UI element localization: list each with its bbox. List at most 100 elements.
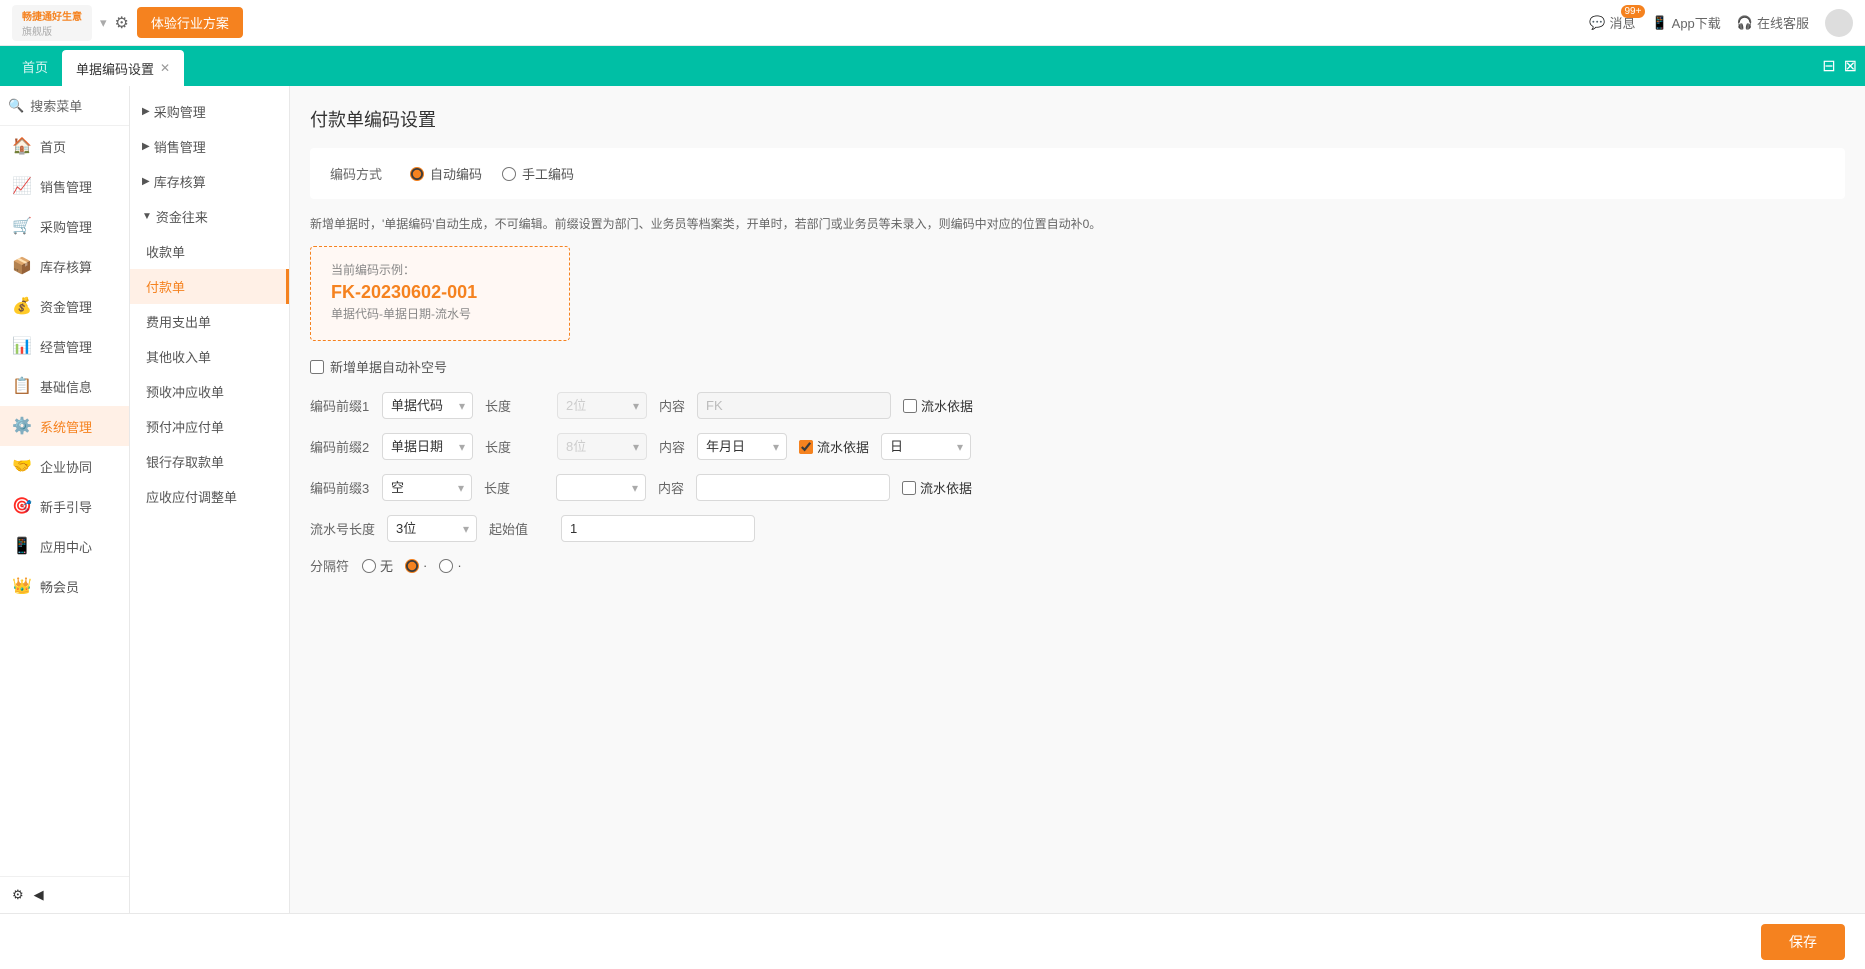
sidebar-item-operations[interactable]: 📊 经营管理: [0, 326, 129, 366]
system-icon: ⚙️: [12, 416, 32, 436]
minimize-icon[interactable]: ⊟: [1822, 56, 1835, 76]
dropdown-arrow-icon[interactable]: ▾: [100, 15, 107, 31]
topbar-right: 💬 消息 99+ 📱 App下载 🎧 在线客服: [1589, 9, 1853, 37]
tab-code-setting[interactable]: 单据编码设置 ✕: [62, 50, 184, 86]
prefix-label-1: 编码前缀1: [310, 396, 370, 415]
sidebar-item-pre-receipt[interactable]: 预收冲应收单: [130, 374, 289, 409]
prefix-select-1[interactable]: 单据代码: [382, 392, 473, 419]
serial-checkbox-2[interactable]: [799, 440, 813, 454]
serial-length-select[interactable]: 3位: [387, 515, 477, 542]
sidebar-item-other-income[interactable]: 其他收入单: [130, 339, 289, 374]
solution-button[interactable]: 体验行业方案: [137, 7, 243, 38]
sidebar-item-bank-deposit[interactable]: 银行存取款单: [130, 444, 289, 479]
sidebar-item-member[interactable]: 👑 畅会员: [0, 566, 129, 606]
avatar[interactable]: [1825, 9, 1853, 37]
serial-length-label: 流水号长度: [310, 519, 375, 538]
sidebar-item-payment[interactable]: 付款单: [130, 269, 289, 304]
content-select-2[interactable]: 年月日: [697, 433, 787, 460]
prefix-select-wrapper-2: 单据日期: [382, 433, 473, 460]
message-button[interactable]: 💬 消息 99+: [1589, 13, 1635, 32]
sep-option-dot2[interactable]: ·: [439, 558, 461, 573]
sidebar-item-purchase[interactable]: 🛒 采购管理: [0, 206, 129, 246]
prefix-select-3[interactable]: 空: [382, 474, 472, 501]
length-select-2[interactable]: 8位: [557, 433, 647, 460]
chevron-right-icon: ▶: [142, 176, 150, 187]
prefix-label-3: 编码前缀3: [310, 478, 370, 497]
tabbar-actions: ⊟ ⊠: [1822, 56, 1857, 76]
online-service-button[interactable]: 🎧 在线客服: [1737, 13, 1809, 32]
prefix-label-2: 编码前缀2: [310, 437, 370, 456]
content-select-wrapper-2: 年月日: [697, 433, 787, 460]
serial-check-1[interactable]: 流水依据: [903, 396, 973, 415]
cooperation-icon: 🤝: [12, 456, 32, 476]
serial-checkbox-3[interactable]: [902, 481, 916, 495]
length-select-3[interactable]: [556, 474, 646, 501]
sep-option-none[interactable]: 无: [362, 556, 393, 575]
length-select-wrapper-2: 8位: [557, 433, 647, 460]
group-sales-header[interactable]: ▶ 销售管理: [130, 129, 289, 164]
length-label-1: 长度: [485, 396, 545, 415]
bottom-bar: 保存: [0, 913, 1865, 969]
group-inventory-header[interactable]: ▶ 库存核算: [130, 164, 289, 199]
group-capital: ▼ 资金往来 收款单 付款单 费用支出单 其他收入单: [130, 199, 289, 514]
sep-radio-dot[interactable]: [405, 559, 419, 573]
serial-length-select-wrapper: 3位: [387, 515, 477, 542]
auto-fill-row[interactable]: 新增单据自动补空号: [310, 357, 1845, 376]
sidebar-item-system[interactable]: ⚙️ 系统管理: [0, 406, 129, 446]
search-menu-button[interactable]: 🔍 搜索菜单: [0, 86, 129, 126]
sidebar-item-receipt[interactable]: 收款单: [130, 234, 289, 269]
maximize-icon[interactable]: ⊠: [1844, 56, 1857, 76]
basic-icon: 📋: [12, 376, 32, 396]
inventory-icon: 📦: [12, 256, 32, 276]
sidebar-bottom: ⚙ ◀: [0, 876, 129, 913]
search-icon: 🔍: [8, 98, 24, 114]
app-download-button[interactable]: 📱 App下载: [1651, 13, 1720, 32]
sidebar-item-basic[interactable]: 📋 基础信息: [0, 366, 129, 406]
prefix-select-wrapper-3: 空: [382, 474, 472, 501]
start-value-input[interactable]: [561, 515, 755, 542]
save-button[interactable]: 保存: [1761, 924, 1845, 960]
group-purchase: ▶ 采购管理: [130, 94, 289, 129]
tab-close-icon[interactable]: ✕: [160, 61, 170, 75]
auto-fill-checkbox[interactable]: [310, 360, 324, 374]
sidebar-item-home[interactable]: 🏠 首页: [0, 126, 129, 166]
sidebar-item-guide[interactable]: 🎯 新手引导: [0, 486, 129, 526]
finance-icon: 💰: [12, 296, 32, 316]
tab-home[interactable]: 首页: [8, 46, 62, 86]
sidebar-item-inventory[interactable]: 📦 库存核算: [0, 246, 129, 286]
prefix-row-1: 编码前缀1 单据代码 长度 2位 内容: [310, 392, 1845, 419]
settings-icon[interactable]: ⚙: [115, 13, 129, 33]
sidebar-item-receivable-adjust[interactable]: 应收应付调整单: [130, 479, 289, 514]
separator-row: 分隔符 无 · ·: [310, 556, 1845, 575]
sidebar-item-expense[interactable]: 费用支出单: [130, 304, 289, 339]
manual-code-option[interactable]: 手工编码: [502, 164, 574, 183]
serial-check-3[interactable]: 流水依据: [902, 478, 972, 497]
content-input-3[interactable]: [696, 474, 890, 501]
sep-radio-none[interactable]: [362, 559, 376, 573]
service-icon: 🎧: [1737, 15, 1753, 31]
serial-checkbox-1[interactable]: [903, 399, 917, 413]
prefix-select-2[interactable]: 单据日期: [382, 433, 473, 460]
chevron-down-icon: ▼: [142, 211, 152, 222]
sep-radio-dot2[interactable]: [439, 559, 453, 573]
group-purchase-header[interactable]: ▶ 采购管理: [130, 94, 289, 129]
sidebar-item-sales[interactable]: 📈 销售管理: [0, 166, 129, 206]
auto-code-radio[interactable]: [410, 167, 424, 181]
settings-bottom-icon[interactable]: ⚙: [12, 887, 24, 903]
content-label-1: 内容: [659, 396, 685, 415]
sidebar-item-pre-payment[interactable]: 预付冲应付单: [130, 409, 289, 444]
auto-code-option[interactable]: 自动编码: [410, 164, 482, 183]
sidebar-item-apps[interactable]: 📱 应用中心: [0, 526, 129, 566]
code-preview-desc: 单据代码-单据日期-流水号: [331, 305, 549, 322]
sidebar-item-finance[interactable]: 💰 资金管理: [0, 286, 129, 326]
group-capital-header[interactable]: ▼ 资金往来: [130, 199, 289, 234]
serial-check-2[interactable]: 流水依据: [799, 437, 869, 456]
sidebar-item-cooperation[interactable]: 🤝 企业协同: [0, 446, 129, 486]
manual-code-radio[interactable]: [502, 167, 516, 181]
sep-option-dot[interactable]: ·: [405, 558, 427, 573]
main-content: 付款单编码设置 编码方式 自动编码 手工编码: [290, 86, 1865, 913]
page-title: 付款单编码设置: [310, 106, 1845, 132]
length-select-1[interactable]: 2位: [557, 392, 647, 419]
collapse-icon[interactable]: ◀: [34, 887, 44, 903]
serial-period-select[interactable]: 日: [881, 433, 971, 460]
